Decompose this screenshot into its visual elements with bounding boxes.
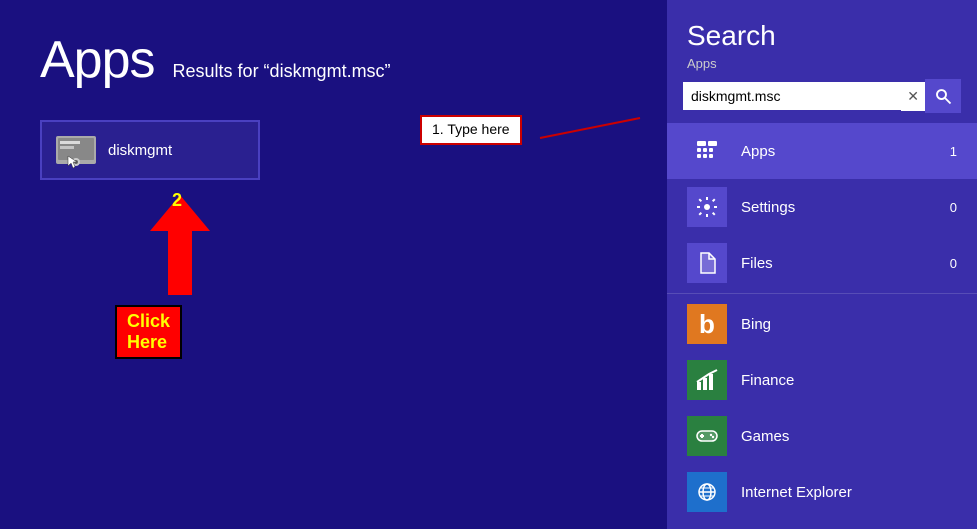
apps-title: Apps — [40, 30, 155, 90]
apps-category-icon — [687, 131, 727, 171]
type-here-callout: 1. Type here — [420, 115, 522, 145]
finance-icon — [687, 360, 727, 400]
right-panel: Search Apps ✕ Apps 1 — [667, 0, 977, 529]
diskmgmt-icon — [54, 128, 98, 172]
search-input-row: ✕ — [667, 79, 977, 113]
category-item-files[interactable]: Files 0 — [667, 235, 977, 291]
search-heading: Search — [667, 20, 977, 52]
arrow-shaft-icon — [168, 215, 192, 295]
apps-category-count: 1 — [950, 144, 957, 159]
app-item-bing[interactable]: b Bing — [667, 296, 977, 352]
settings-category-icon — [687, 187, 727, 227]
games-icon — [687, 416, 727, 456]
apps-category-label: Apps — [741, 143, 936, 160]
search-clear-button[interactable]: ✕ — [901, 82, 925, 111]
search-icon — [934, 87, 952, 105]
click-here-box: Click Here — [115, 305, 182, 359]
diskmgmt-label: diskmgmt — [108, 142, 172, 159]
app-item-games[interactable]: Games — [667, 408, 977, 464]
settings-category-count: 0 — [950, 200, 957, 215]
finance-label: Finance — [741, 372, 957, 389]
bing-icon: b — [687, 304, 727, 344]
ie-label: Internet Explorer — [741, 484, 957, 501]
results-subtitle: Results for “diskmgmt.msc” — [173, 61, 391, 82]
app-item-finance[interactable]: Finance — [667, 352, 977, 408]
step-number-badge: 2 — [172, 190, 182, 211]
header-row: Apps Results for “diskmgmt.msc” — [40, 30, 627, 90]
diskmgmt-result-item[interactable]: diskmgmt — [40, 120, 260, 180]
search-input[interactable] — [683, 82, 901, 110]
files-category-icon — [687, 243, 727, 283]
divider — [667, 293, 977, 294]
click-here-label: Click Here — [127, 311, 170, 352]
files-category-label: Files — [741, 255, 936, 272]
games-label: Games — [741, 428, 957, 445]
app-item-ie[interactable]: Internet Explorer — [667, 464, 977, 520]
search-submit-button[interactable] — [925, 79, 961, 113]
bing-label: Bing — [741, 316, 957, 333]
settings-category-label: Settings — [741, 199, 936, 216]
search-category-label: Apps — [667, 56, 977, 71]
category-item-apps[interactable]: Apps 1 — [667, 123, 977, 179]
left-panel: Apps Results for “diskmgmt.msc” diskmgmt… — [0, 0, 667, 529]
internet-explorer-icon — [687, 472, 727, 512]
type-here-label: 1. Type here — [432, 121, 510, 137]
category-item-settings[interactable]: Settings 0 — [667, 179, 977, 235]
files-category-count: 0 — [950, 256, 957, 271]
